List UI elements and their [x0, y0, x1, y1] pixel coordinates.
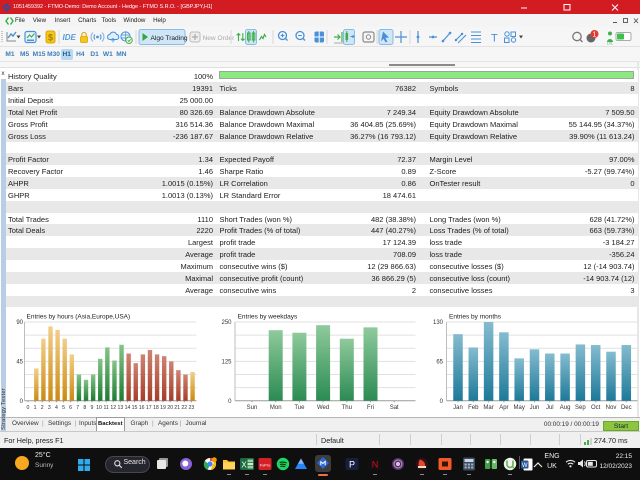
svg-text:130: 130 [433, 320, 444, 326]
svg-text:10: 10 [96, 405, 102, 411]
svg-text:6: 6 [69, 405, 72, 411]
svg-text:Entries by months: Entries by months [449, 314, 502, 321]
svg-text:19: 19 [160, 405, 166, 411]
svg-text:8: 8 [83, 405, 86, 411]
svg-text:18: 18 [153, 405, 159, 411]
svg-text:90: 90 [16, 320, 23, 326]
svg-text:250: 250 [221, 320, 232, 326]
svg-text:Entries by weekdays: Entries by weekdays [238, 314, 298, 321]
svg-text:0: 0 [20, 399, 24, 405]
svg-text:FxPro: FxPro [260, 463, 271, 468]
svg-text:14: 14 [125, 405, 131, 411]
svg-text:Jan: Jan [453, 405, 463, 411]
svg-text:125: 125 [221, 360, 232, 366]
svg-text:Aug: Aug [560, 405, 571, 411]
svg-text:65: 65 [436, 360, 443, 366]
svg-text:Sep: Sep [575, 405, 586, 411]
svg-text:11: 11 [103, 405, 108, 411]
svg-text:2: 2 [41, 405, 44, 411]
svg-text:22: 22 [181, 405, 187, 411]
svg-text:7: 7 [76, 405, 79, 411]
svg-text:17: 17 [146, 405, 152, 411]
svg-text:T: T [491, 33, 498, 45]
svg-text:P: P [349, 460, 355, 470]
svg-text:$: $ [48, 33, 53, 43]
svg-text:15: 15 [132, 405, 138, 411]
svg-text:3: 3 [48, 405, 51, 411]
svg-text:Jul: Jul [546, 405, 554, 411]
svg-text:0: 0 [440, 399, 444, 405]
svg-text:May: May [514, 405, 525, 411]
svg-text:Wed: Wed [317, 405, 329, 411]
svg-text:Sun: Sun [247, 405, 258, 411]
svg-text:X: X [241, 461, 247, 470]
svg-text:1: 1 [593, 32, 597, 39]
svg-text:Thu: Thu [342, 405, 352, 411]
svg-text:12: 12 [110, 405, 116, 411]
svg-text:20: 20 [167, 405, 173, 411]
svg-text:Mar: Mar [483, 405, 493, 411]
svg-text:Apr: Apr [499, 405, 508, 411]
svg-text:Sat: Sat [390, 405, 399, 411]
svg-text:New Order: New Order [203, 35, 236, 42]
svg-text:Nov: Nov [606, 405, 617, 411]
svg-text:1: 1 [34, 405, 37, 411]
svg-text:Feb: Feb [468, 405, 479, 411]
svg-text:Entries by hours (Asia,Europe,: Entries by hours (Asia,Europe,USA) [27, 314, 131, 321]
svg-text:LVL: LVL [607, 42, 613, 46]
svg-text:0: 0 [27, 405, 30, 411]
svg-text:Algo Trading: Algo Trading [151, 35, 188, 42]
svg-text:Oct: Oct [591, 405, 601, 411]
svg-text:16: 16 [139, 405, 145, 411]
svg-text:Mon: Mon [270, 405, 282, 411]
svg-text:13: 13 [117, 405, 123, 411]
svg-text:21: 21 [174, 405, 180, 411]
svg-text:45: 45 [16, 360, 23, 366]
svg-text:W: W [521, 463, 527, 469]
svg-text:4: 4 [55, 405, 58, 411]
svg-text:0: 0 [228, 399, 232, 405]
svg-text:Fri: Fri [367, 405, 374, 411]
svg-text:N: N [372, 460, 379, 470]
svg-text:IDE: IDE [63, 33, 77, 42]
svg-text:5: 5 [62, 405, 65, 411]
svg-text:Tue: Tue [294, 405, 305, 411]
svg-text:Dec: Dec [621, 405, 632, 411]
svg-text:Jun: Jun [530, 405, 540, 411]
svg-text:23: 23 [188, 405, 194, 411]
svg-text:9: 9 [90, 405, 93, 411]
